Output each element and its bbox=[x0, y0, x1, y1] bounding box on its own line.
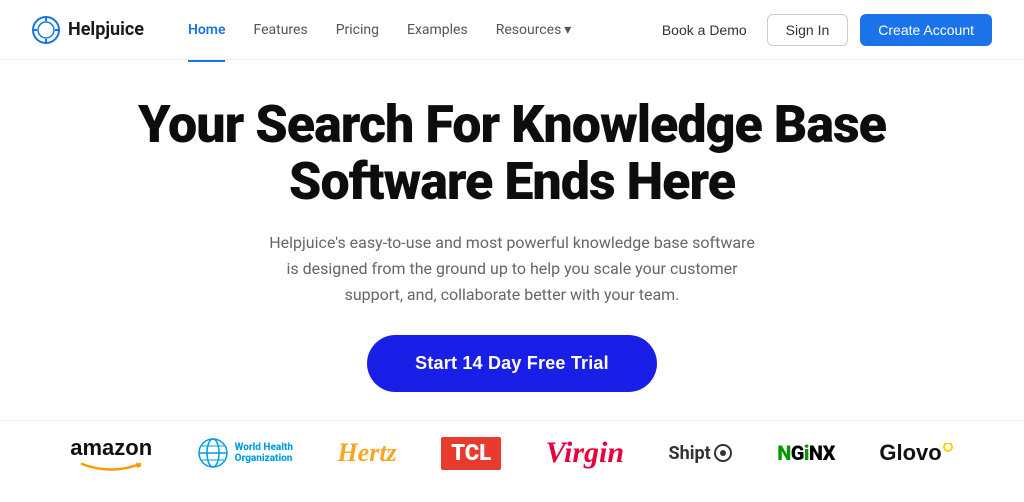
navbar: Helpjuice Home Features Pricing Examples… bbox=[0, 0, 1024, 60]
trial-cta-button[interactable]: Start 14 Day Free Trial bbox=[367, 335, 657, 392]
nav-home[interactable]: Home bbox=[176, 16, 238, 44]
helpjuice-logo-icon bbox=[32, 16, 60, 44]
logo-who: World Health Organization bbox=[197, 437, 293, 469]
hero-section: Your Search For Knowledge Base Software … bbox=[0, 60, 1024, 412]
logo-text: Helpjuice bbox=[68, 19, 144, 40]
create-account-button[interactable]: Create Account bbox=[860, 14, 992, 46]
nav-resources[interactable]: Resources ▾ bbox=[484, 16, 584, 44]
glovo-logo-icon bbox=[942, 443, 954, 463]
logo-amazon: amazon bbox=[70, 435, 152, 471]
hero-subtitle: Helpjuice's easy-to-use and most powerfu… bbox=[262, 230, 762, 307]
who-logo-icon bbox=[197, 437, 229, 469]
sign-in-button[interactable]: Sign In bbox=[767, 14, 849, 46]
amazon-smile-icon bbox=[80, 461, 142, 471]
logo-hertz: Hertz bbox=[337, 438, 396, 468]
nav-features[interactable]: Features bbox=[241, 16, 319, 44]
nav-examples[interactable]: Examples bbox=[395, 16, 480, 44]
logos-bar: amazon World Health Organization Hertz bbox=[0, 420, 1024, 485]
logo-glovo: Glovo bbox=[879, 440, 953, 466]
nav-links: Home Features Pricing Examples Resources… bbox=[176, 16, 654, 44]
chevron-down-icon: ▾ bbox=[564, 22, 571, 38]
logo-nginx: NGiNX bbox=[777, 441, 835, 465]
nav-actions: Book a Demo Sign In Create Account bbox=[654, 14, 992, 46]
logo-tcl: TCL bbox=[441, 437, 501, 470]
book-demo-button[interactable]: Book a Demo bbox=[654, 16, 755, 44]
logo[interactable]: Helpjuice bbox=[32, 16, 144, 44]
shipt-logo-icon bbox=[713, 443, 733, 463]
logo-shipt: Shipt bbox=[669, 443, 733, 464]
nav-pricing[interactable]: Pricing bbox=[324, 16, 391, 44]
hero-title: Your Search For Knowledge Base Software … bbox=[120, 96, 904, 210]
logo-virgin: Virgin bbox=[546, 436, 624, 470]
